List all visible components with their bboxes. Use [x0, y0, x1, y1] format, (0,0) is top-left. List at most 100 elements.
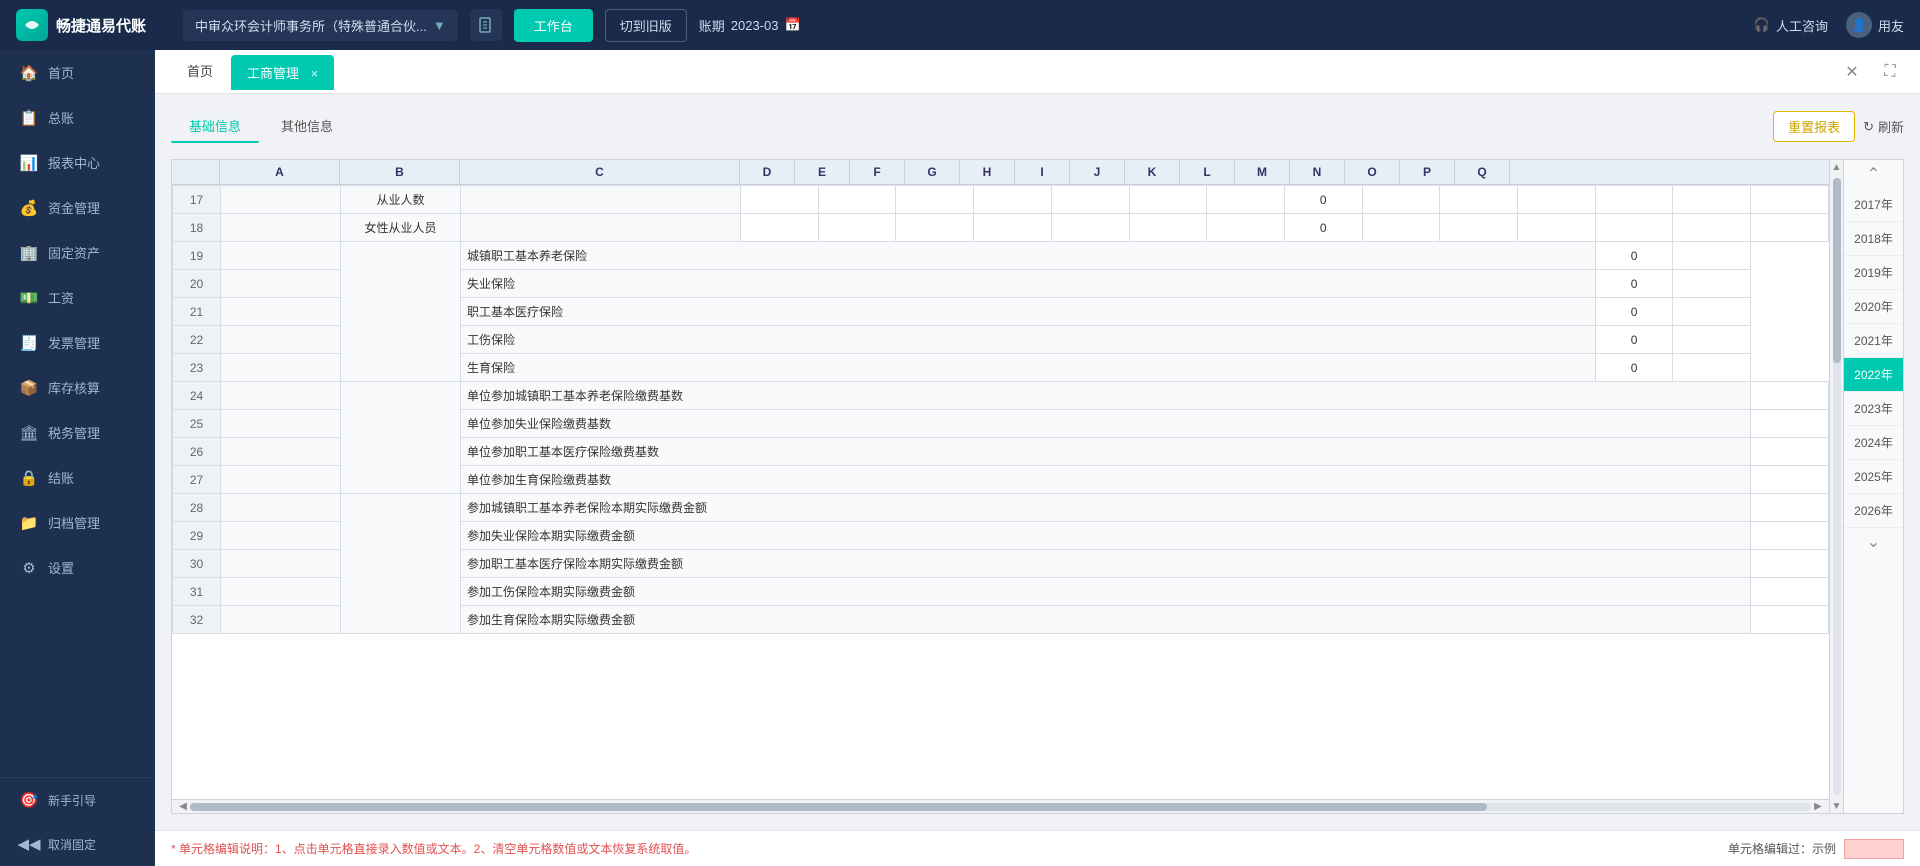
cell-c[interactable]: 生育保险 [461, 354, 1596, 382]
v-scroll-up-arrow[interactable]: ▲ [1830, 160, 1844, 174]
cell-j[interactable] [1207, 186, 1285, 214]
document-icon[interactable] [470, 9, 502, 41]
cell-n[interactable] [1518, 214, 1596, 242]
cell-e[interactable] [818, 214, 896, 242]
cell-q[interactable] [1673, 298, 1751, 326]
cell-b[interactable] [341, 494, 461, 634]
cell-a[interactable] [221, 382, 341, 410]
cell-i[interactable] [1129, 186, 1207, 214]
cell-q[interactable] [1751, 438, 1829, 466]
sidebar-item-archive[interactable]: 📁归档管理 [0, 500, 155, 545]
year-item-2018年[interactable]: 2018年 [1844, 222, 1903, 256]
year-item-2023年[interactable]: 2023年 [1844, 392, 1903, 426]
cell-q[interactable] [1751, 578, 1829, 606]
refresh-button[interactable]: ↻ 刷新 [1863, 117, 1904, 136]
cell-c[interactable]: 工伤保险 [461, 326, 1596, 354]
workbench-button[interactable]: 工作台 [514, 9, 593, 42]
year-item-2021年[interactable]: 2021年 [1844, 324, 1903, 358]
h-scroll-track[interactable] [190, 803, 1811, 811]
sub-tab-basic[interactable]: 基础信息 [171, 110, 259, 143]
cell-a[interactable] [221, 298, 341, 326]
cell-p[interactable]: 0 [1595, 354, 1673, 382]
cell-c[interactable]: 失业保险 [461, 270, 1596, 298]
cell-m[interactable] [1440, 186, 1518, 214]
close-window-icon[interactable]: ✕ [1838, 58, 1866, 86]
cell-q[interactable] [1673, 242, 1751, 270]
cell-q[interactable] [1751, 214, 1829, 242]
cell-f[interactable] [896, 186, 974, 214]
cell-a[interactable] [221, 410, 341, 438]
sidebar-item-tax[interactable]: 🏛税务管理 [0, 410, 155, 455]
cell-c[interactable] [461, 214, 741, 242]
cell-c[interactable]: 参加生育保险本期实际缴费金额 [461, 606, 1751, 634]
reset-report-button[interactable]: 重置报表 [1773, 111, 1855, 142]
year-item-2020年[interactable]: 2020年 [1844, 290, 1903, 324]
cell-d[interactable] [741, 186, 819, 214]
cell-e[interactable] [818, 186, 896, 214]
cell-k[interactable]: 0 [1284, 214, 1362, 242]
sidebar-item-invoice[interactable]: 🧾发票管理 [0, 320, 155, 365]
cell-a[interactable] [221, 438, 341, 466]
cell-q[interactable] [1673, 354, 1751, 382]
sidebar-item-inventory[interactable]: 📦库存核算 [0, 365, 155, 410]
tab-close-icon[interactable]: × [311, 66, 319, 81]
cell-j[interactable] [1207, 214, 1285, 242]
cell-n[interactable] [1518, 186, 1596, 214]
cell-c[interactable]: 城镇职工基本养老保险 [461, 242, 1596, 270]
sub-tab-other[interactable]: 其他信息 [263, 110, 351, 143]
cell-k[interactable]: 0 [1284, 186, 1362, 214]
cell-c[interactable]: 职工基本医疗保险 [461, 298, 1596, 326]
cell-c[interactable] [461, 186, 741, 214]
cell-a[interactable] [221, 606, 341, 634]
sidebar-item-reports[interactable]: 📊报表中心 [0, 140, 155, 185]
cell-p[interactable]: 0 [1595, 270, 1673, 298]
cell-o[interactable] [1595, 186, 1673, 214]
cell-a[interactable] [221, 522, 341, 550]
cell-p[interactable]: 0 [1595, 242, 1673, 270]
tab-home[interactable]: 首页 [171, 51, 229, 92]
switch-version-button[interactable]: 切到旧版 [605, 9, 687, 42]
cell-c[interactable]: 单位参加城镇职工基本养老保险缴费基数 [461, 382, 1751, 410]
year-item-2022年[interactable]: 2022年 [1844, 358, 1903, 392]
year-item-2026年[interactable]: 2026年 [1844, 494, 1903, 528]
year-item-2025年[interactable]: 2025年 [1844, 460, 1903, 494]
cell-q[interactable] [1751, 466, 1829, 494]
calendar-icon[interactable]: 📅 [784, 17, 800, 33]
v-scroll-down-arrow[interactable]: ▼ [1830, 799, 1844, 813]
cell-q[interactable] [1751, 410, 1829, 438]
cell-q[interactable] [1751, 186, 1829, 214]
h-scroll-left-arrow[interactable]: ◀ [176, 800, 190, 814]
cell-d[interactable] [741, 214, 819, 242]
sidebar-item-new-guide[interactable]: 🎯 新手引导 [0, 778, 155, 822]
sidebar-item-payroll[interactable]: 💵工资 [0, 275, 155, 320]
cell-p[interactable] [1673, 214, 1751, 242]
company-selector[interactable]: 中审众环会计师事务所（特殊普通合伙... ▼ [183, 10, 458, 41]
cell-q[interactable] [1751, 550, 1829, 578]
sidebar-item-capital[interactable]: 💰资金管理 [0, 185, 155, 230]
cell-a[interactable] [221, 494, 341, 522]
cell-c[interactable]: 参加城镇职工基本养老保险本期实际缴费金额 [461, 494, 1751, 522]
cell-q[interactable] [1673, 326, 1751, 354]
cell-a[interactable] [221, 270, 341, 298]
cell-p[interactable]: 0 [1595, 298, 1673, 326]
cell-b[interactable] [341, 382, 461, 494]
cell-a[interactable] [221, 578, 341, 606]
cell-c[interactable]: 参加职工基本医疗保险本期实际缴费金额 [461, 550, 1751, 578]
cell-b[interactable] [341, 242, 461, 382]
cell-o[interactable] [1595, 214, 1673, 242]
year-item-2019年[interactable]: 2019年 [1844, 256, 1903, 290]
year-nav-up-icon[interactable]: ⌃ [1854, 160, 1894, 188]
cell-l[interactable] [1362, 186, 1440, 214]
sidebar-item-home[interactable]: 🏠首页 [0, 50, 155, 95]
cell-f[interactable] [896, 214, 974, 242]
cell-g[interactable] [974, 186, 1052, 214]
cell-q[interactable] [1751, 382, 1829, 410]
year-nav-down-icon[interactable]: ⌄ [1854, 528, 1894, 556]
year-item-2017年[interactable]: 2017年 [1844, 188, 1903, 222]
cell-c[interactable]: 单位参加失业保险缴费基数 [461, 410, 1751, 438]
sidebar-item-settings[interactable]: ⚙设置 [0, 545, 155, 590]
year-item-2024年[interactable]: 2024年 [1844, 426, 1903, 460]
cell-c[interactable]: 参加工伤保险本期实际缴费金额 [461, 578, 1751, 606]
cell-q[interactable] [1673, 270, 1751, 298]
sidebar-item-assets[interactable]: 🏢固定资产 [0, 230, 155, 275]
